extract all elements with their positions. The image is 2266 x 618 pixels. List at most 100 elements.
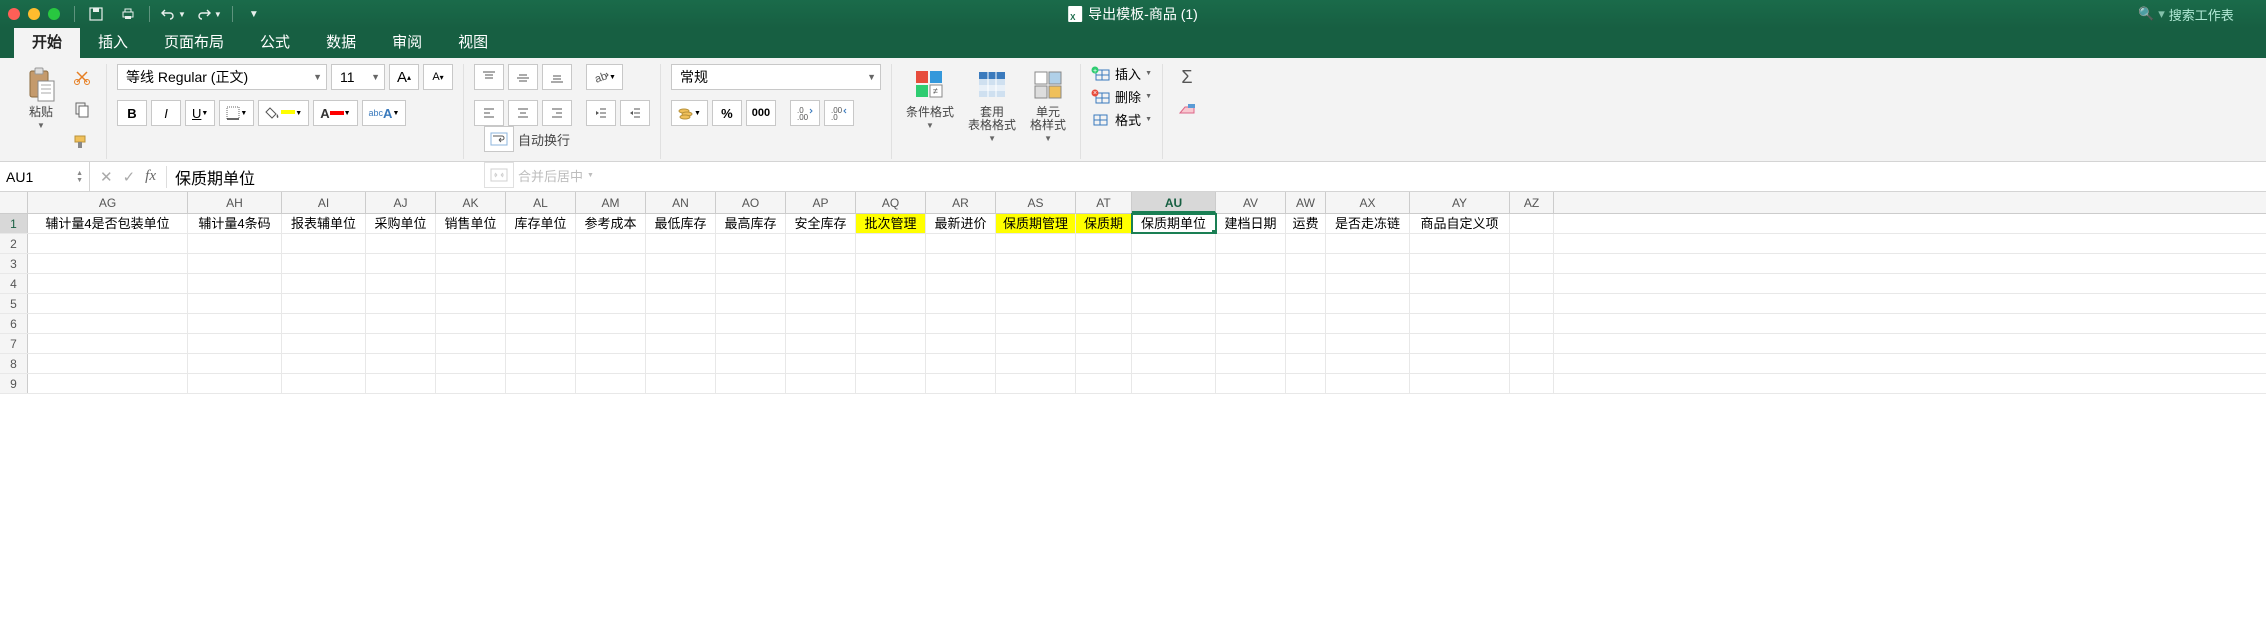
cell[interactable]: [926, 254, 996, 273]
column-header[interactable]: AZ: [1510, 192, 1554, 213]
cell[interactable]: [1286, 254, 1326, 273]
align-bottom-button[interactable]: [542, 64, 572, 90]
cell[interactable]: [716, 254, 786, 273]
cell[interactable]: [576, 334, 646, 353]
column-header[interactable]: AX: [1326, 192, 1410, 213]
save-icon[interactable]: [85, 4, 107, 24]
cell[interactable]: [576, 274, 646, 293]
ribbon-tab[interactable]: 页面布局: [146, 25, 242, 58]
decrease-decimal-button[interactable]: .00.0: [824, 100, 854, 126]
cell[interactable]: [1510, 274, 1554, 293]
cell[interactable]: [28, 374, 188, 393]
cell[interactable]: [436, 274, 506, 293]
cell[interactable]: [1326, 334, 1410, 353]
column-header[interactable]: AP: [786, 192, 856, 213]
cell[interactable]: [926, 334, 996, 353]
cell[interactable]: [576, 234, 646, 253]
cell[interactable]: [1510, 334, 1554, 353]
cell[interactable]: [786, 374, 856, 393]
cell[interactable]: [1410, 234, 1510, 253]
cell[interactable]: 批次管理: [856, 214, 926, 233]
cell[interactable]: [926, 374, 996, 393]
row-header[interactable]: 4: [0, 274, 28, 293]
column-header[interactable]: AW: [1286, 192, 1326, 213]
cell[interactable]: [576, 374, 646, 393]
italic-button[interactable]: I: [151, 100, 181, 126]
cell[interactable]: [188, 254, 282, 273]
cell[interactable]: [436, 374, 506, 393]
cell[interactable]: [1216, 294, 1286, 313]
row-header[interactable]: 2: [0, 234, 28, 253]
cell[interactable]: [436, 234, 506, 253]
cell[interactable]: [1286, 274, 1326, 293]
cell[interactable]: [1076, 354, 1132, 373]
wrap-text-button[interactable]: 自动换行: [484, 126, 570, 152]
cell[interactable]: 商品自定义项: [1410, 214, 1510, 233]
cell[interactable]: [716, 334, 786, 353]
cell[interactable]: [856, 334, 926, 353]
cell[interactable]: [1410, 314, 1510, 333]
search-box[interactable]: 🔍 ▾ 搜索工作表: [2138, 5, 2258, 24]
cell[interactable]: 建档日期: [1216, 214, 1286, 233]
cell[interactable]: [856, 374, 926, 393]
delete-cells-button[interactable]: × 删除 ▼: [1091, 87, 1152, 106]
cell[interactable]: [1326, 314, 1410, 333]
cell[interactable]: [366, 234, 436, 253]
cell[interactable]: [646, 274, 716, 293]
cell[interactable]: [1286, 314, 1326, 333]
cell[interactable]: [716, 354, 786, 373]
insert-cells-button[interactable]: + 插入 ▼: [1091, 64, 1152, 83]
cell[interactable]: 采购单位: [366, 214, 436, 233]
cell[interactable]: [1076, 254, 1132, 273]
font-name-combo[interactable]: 等线 Regular (正文)▼: [117, 64, 327, 90]
cell[interactable]: [1410, 334, 1510, 353]
spreadsheet-grid[interactable]: AGAHAIAJAKALAMANAOAPAQARASATAUAVAWAXAYAZ…: [0, 192, 2266, 394]
cell[interactable]: [576, 314, 646, 333]
cell[interactable]: [1286, 374, 1326, 393]
cell[interactable]: 是否走冻链: [1326, 214, 1410, 233]
cell-styles-button[interactable]: 单元 格样式 ▼: [1026, 64, 1070, 145]
cell[interactable]: [926, 274, 996, 293]
increase-indent-button[interactable]: [620, 100, 650, 126]
cell[interactable]: [506, 334, 576, 353]
cell[interactable]: [506, 274, 576, 293]
column-header[interactable]: AN: [646, 192, 716, 213]
row-header[interactable]: 9: [0, 374, 28, 393]
cell[interactable]: [926, 314, 996, 333]
column-header[interactable]: AI: [282, 192, 366, 213]
cell[interactable]: [1076, 314, 1132, 333]
cell[interactable]: [28, 354, 188, 373]
cell[interactable]: [436, 254, 506, 273]
cell[interactable]: [506, 314, 576, 333]
name-box-stepper[interactable]: ▲▼: [76, 170, 83, 184]
cell[interactable]: [716, 374, 786, 393]
align-middle-button[interactable]: [508, 64, 538, 90]
cell[interactable]: [1410, 274, 1510, 293]
fx-icon[interactable]: fx: [145, 168, 156, 185]
cell[interactable]: [436, 334, 506, 353]
cell[interactable]: [506, 354, 576, 373]
cell[interactable]: [28, 334, 188, 353]
cell[interactable]: [646, 234, 716, 253]
cell[interactable]: [1132, 254, 1216, 273]
accept-formula-icon[interactable]: ✓: [123, 168, 136, 186]
cell[interactable]: [996, 374, 1076, 393]
format-painter-button[interactable]: [68, 128, 96, 154]
phonetic-button[interactable]: abcA ▼: [362, 100, 407, 126]
column-header[interactable]: AU: [1132, 192, 1216, 213]
cell[interactable]: [28, 314, 188, 333]
cell[interactable]: [996, 254, 1076, 273]
cell[interactable]: [282, 374, 366, 393]
cell[interactable]: [1132, 234, 1216, 253]
fill-color-button[interactable]: ▼: [258, 100, 309, 126]
cell[interactable]: [856, 314, 926, 333]
autosum-button[interactable]: Σ: [1173, 64, 1201, 90]
cell[interactable]: [1410, 374, 1510, 393]
minimize-window[interactable]: [28, 8, 40, 20]
cell[interactable]: [646, 334, 716, 353]
cell[interactable]: [1132, 294, 1216, 313]
cell[interactable]: [856, 274, 926, 293]
column-header[interactable]: AT: [1076, 192, 1132, 213]
cell[interactable]: [926, 294, 996, 313]
orientation-button[interactable]: ab ▼: [586, 64, 623, 90]
